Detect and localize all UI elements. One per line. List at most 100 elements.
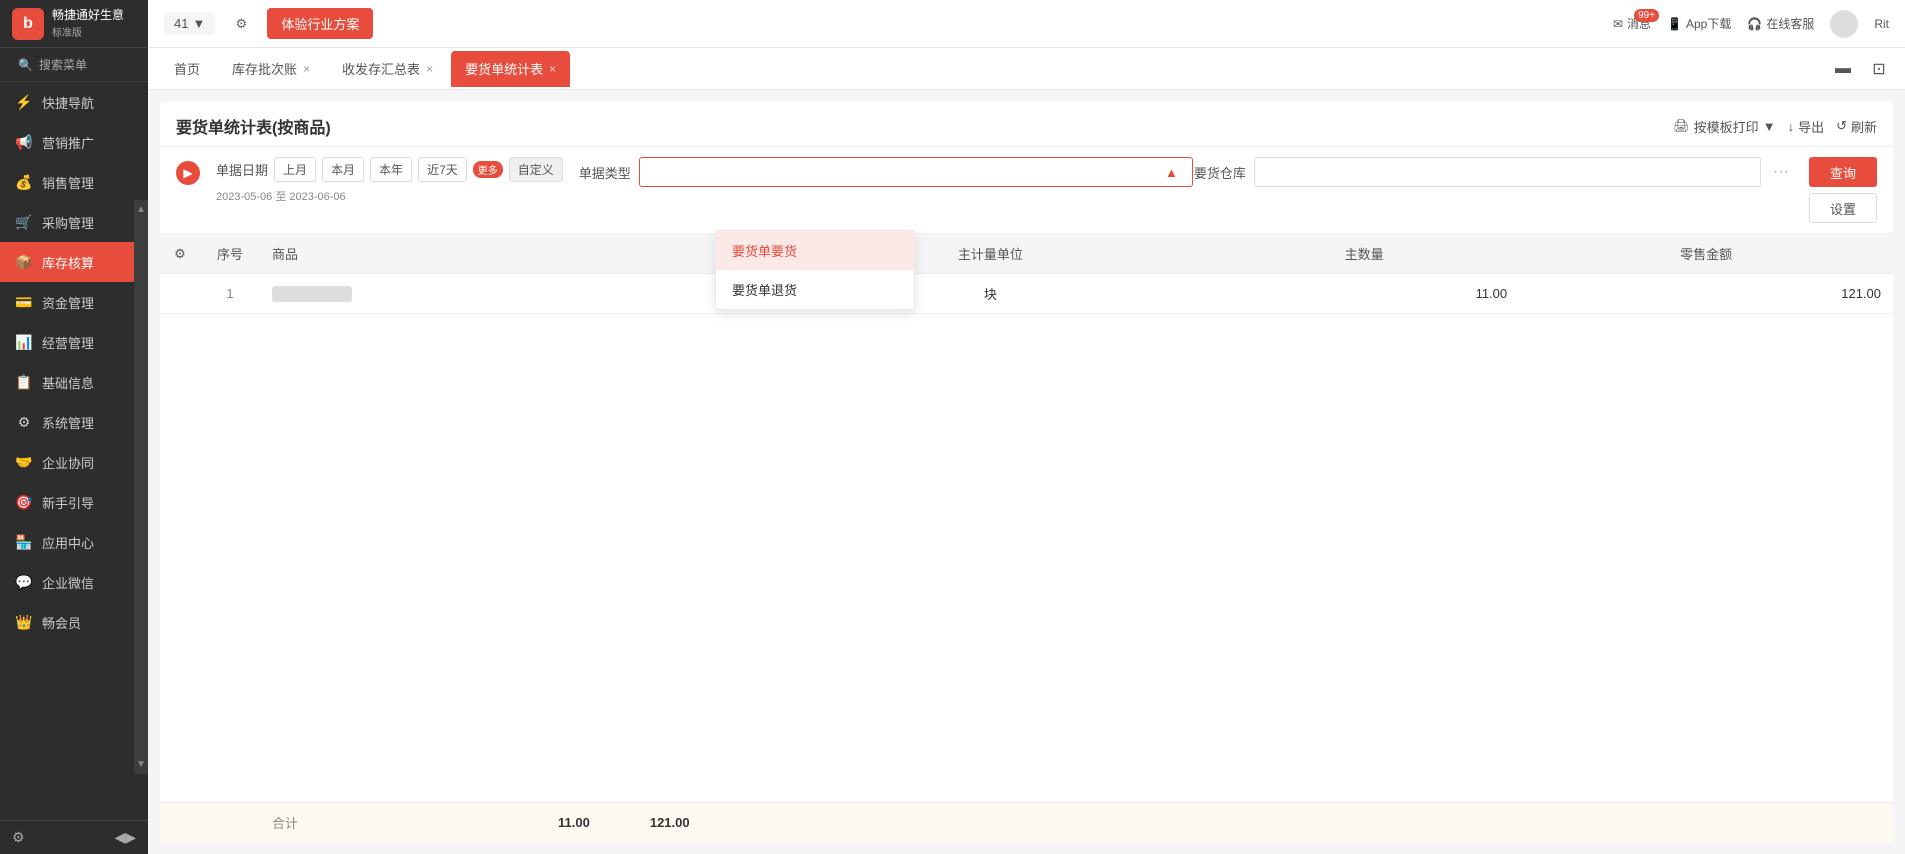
app-icon: 📱 xyxy=(1667,17,1682,31)
operation-icon: 📊 xyxy=(14,332,34,352)
tab-requisition-stat[interactable]: 要货单统计表 × xyxy=(451,51,570,87)
sidebar-item-finance[interactable]: 💳 资金管理 xyxy=(0,282,148,322)
collapse-button[interactable]: ◀▶ xyxy=(114,829,136,846)
sidebar-item-label: 经营管理 xyxy=(42,333,94,352)
sidebar-item-system[interactable]: ⚙ 系统管理 xyxy=(0,402,148,442)
type-filter-arrow[interactable]: ▲ xyxy=(1165,165,1178,180)
recent-button[interactable]: 近7天 xyxy=(418,157,467,182)
tab-home-label: 首页 xyxy=(174,59,200,78)
sidebar-item-operation[interactable]: 📊 经营管理 xyxy=(0,322,148,362)
print-icon: 🖨 xyxy=(1673,118,1690,134)
table-row: 1 块 11.00 121.00 xyxy=(160,274,1893,314)
branch-dropdown-icon: ▼ xyxy=(192,16,205,31)
tab-recv-summary[interactable]: 收发存汇总表 × xyxy=(328,51,447,87)
sidebar-item-sales[interactable]: 💰 销售管理 xyxy=(0,162,148,202)
purchase-icon: 🛒 xyxy=(14,212,34,232)
date-filter-label: 单据日期 xyxy=(216,160,268,179)
more-badge[interactable]: 更多 xyxy=(473,161,503,178)
sidebar-item-purchase[interactable]: 🛒 采购管理 xyxy=(0,202,148,242)
tab-requisition-stat-close[interactable]: × xyxy=(549,62,556,76)
date-range-text: 2023-05-06 至 2023-06-06 xyxy=(216,188,563,204)
message-icon: ✉ xyxy=(1613,17,1623,31)
user-name: Rit xyxy=(1874,17,1889,31)
query-button[interactable]: 查询 xyxy=(1809,157,1877,187)
this-month-button[interactable]: 本月 xyxy=(322,157,364,182)
footer-qty: 11.00 xyxy=(558,815,590,830)
page-title: 要货单统计表(按商品) xyxy=(176,114,331,138)
col-qty: 主数量 xyxy=(1209,234,1519,274)
header-gear-button[interactable]: ⚙ xyxy=(227,10,255,38)
sidebar-item-member[interactable]: 👑 畅会员 xyxy=(0,602,148,642)
dropdown-item-label: 要货单要货 xyxy=(732,244,797,259)
filter-more-button[interactable]: ··· xyxy=(1769,163,1793,181)
message-badge: 99+ xyxy=(1634,9,1659,22)
sidebar-item-marketing[interactable]: 📢 营销推广 xyxy=(0,122,148,162)
refresh-button[interactable]: ↺ 刷新 xyxy=(1836,117,1877,136)
sidebar-item-basic[interactable]: 📋 基础信息 xyxy=(0,362,148,402)
message-button[interactable]: ✉ 消息 99+ xyxy=(1613,15,1651,32)
warehouse-filter-input[interactable] xyxy=(1254,157,1761,187)
main-table: ⚙ 序号 商品 主计量单位 主数量 零售金额 1 xyxy=(160,234,1893,314)
scroll-up-arrow[interactable]: ▲ xyxy=(136,204,146,215)
this-year-button[interactable]: 本年 xyxy=(370,157,412,182)
sidebar-search-item[interactable]: 🔍 搜索菜单 xyxy=(0,48,148,82)
dropdown-item-requisition-return[interactable]: 要货单退货 xyxy=(716,270,914,309)
tab-recv-summary-close[interactable]: × xyxy=(426,62,433,76)
sidebar-item-appstore[interactable]: 🏪 应用中心 xyxy=(0,522,148,562)
sidebar-item-guide[interactable]: 🎯 新手引导 xyxy=(0,482,148,522)
service-label: 在线客服 xyxy=(1766,15,1814,32)
type-filter-input[interactable] xyxy=(639,157,1193,187)
online-service-button[interactable]: 🎧 在线客服 xyxy=(1747,15,1814,32)
refresh-icon: ↺ xyxy=(1836,118,1847,134)
trial-button[interactable]: 体验行业方案 xyxy=(267,8,373,39)
tab-expand-button[interactable]: ⊡ xyxy=(1865,55,1893,83)
user-avatar[interactable] xyxy=(1830,10,1858,38)
filter-bar: ▶ 单据日期 上月 本月 本年 近7天 更多 自定义 2023-05-06 至 … xyxy=(160,147,1893,234)
scroll-down-arrow[interactable]: ▼ xyxy=(136,759,146,770)
filter-buttons: 查询 设置 xyxy=(1809,157,1877,223)
date-filter-row: 单据日期 上月 本月 本年 近7天 更多 自定义 xyxy=(216,157,563,182)
sidebar-item-label: 企业微信 xyxy=(42,573,94,592)
sidebar-item-label: 库存核算 xyxy=(42,253,94,272)
branch-selector[interactable]: 41 ▼ xyxy=(164,12,215,35)
print-button[interactable]: 🖨 按模板打印 ▼ xyxy=(1673,117,1775,136)
tab-inventory-batch-close[interactable]: × xyxy=(303,62,310,76)
settings-button[interactable]: ⚙ xyxy=(12,829,25,846)
sidebar-scrollbar[interactable]: ▲ ▼ xyxy=(134,200,148,774)
sidebar-item-label: 资金管理 xyxy=(42,293,94,312)
sidebar-item-inventory[interactable]: 📦 库存核算 xyxy=(0,242,148,282)
cooperation-icon: 🤝 xyxy=(14,452,34,472)
col-settings[interactable]: ⚙ xyxy=(160,234,200,274)
print-dropdown-icon: ▼ xyxy=(1763,119,1776,134)
sidebar-item-label: 新手引导 xyxy=(42,493,94,512)
sidebar-item-cooperation[interactable]: 🤝 企业协同 xyxy=(0,442,148,482)
set-button[interactable]: 设置 xyxy=(1809,193,1877,223)
sidebar-item-label: 销售管理 xyxy=(42,173,94,192)
custom-date-button[interactable]: 自定义 xyxy=(509,157,563,182)
type-dropdown-menu: 要货单要货 要货单退货 xyxy=(715,230,915,310)
sidebar: b 畅捷通好生意 标准版 🔍 搜索菜单 ⚡ 快捷导航 📢 营销推广 💰 销售管理… xyxy=(0,0,148,854)
search-icon: 🔍 xyxy=(18,58,33,72)
prev-month-button[interactable]: 上月 xyxy=(274,157,316,182)
tabs-bar: 首页 库存批次账 × 收发存汇总表 × 要货单统计表 × ▬ ⊡ xyxy=(148,48,1905,90)
inventory-icon: 📦 xyxy=(14,252,34,272)
app-label: App下载 xyxy=(1686,15,1731,32)
tab-minimize-button[interactable]: ▬ xyxy=(1829,55,1857,83)
table-settings-icon[interactable]: ⚙ xyxy=(174,246,186,261)
page-content: 要货单统计表(按商品) 🖨 按模板打印 ▼ ↓ 导出 ↺ 刷新 xyxy=(148,90,1905,854)
type-filter-row: 单据类型 ▲ xyxy=(579,157,1178,187)
app-download-button[interactable]: 📱 App下载 xyxy=(1667,15,1731,32)
sidebar-item-wechat[interactable]: 💬 企业微信 xyxy=(0,562,148,602)
filter-expand-button[interactable]: ▶ xyxy=(176,161,200,185)
main-container: 41 ▼ ⚙ 体验行业方案 ✉ 消息 99+ 📱 App下载 🎧 在线客服 Ri… xyxy=(148,0,1905,854)
product-name-blurred xyxy=(272,286,352,302)
export-button[interactable]: ↓ 导出 xyxy=(1788,117,1825,136)
tab-inventory-batch[interactable]: 库存批次账 × xyxy=(218,51,324,87)
top-right: ✉ 消息 99+ 📱 App下载 🎧 在线客服 Rit xyxy=(1613,10,1889,38)
row-qty-cell: 11.00 xyxy=(1209,274,1519,314)
dropdown-item-requisition-order[interactable]: 要货单要货 xyxy=(716,231,914,270)
tab-home[interactable]: 首页 xyxy=(160,51,214,87)
row-no-cell: 1 xyxy=(200,274,260,314)
top-header: 41 ▼ ⚙ 体验行业方案 ✉ 消息 99+ 📱 App下载 🎧 在线客服 Ri… xyxy=(148,0,1905,48)
sidebar-item-quick-nav[interactable]: ⚡ 快捷导航 xyxy=(0,82,148,122)
